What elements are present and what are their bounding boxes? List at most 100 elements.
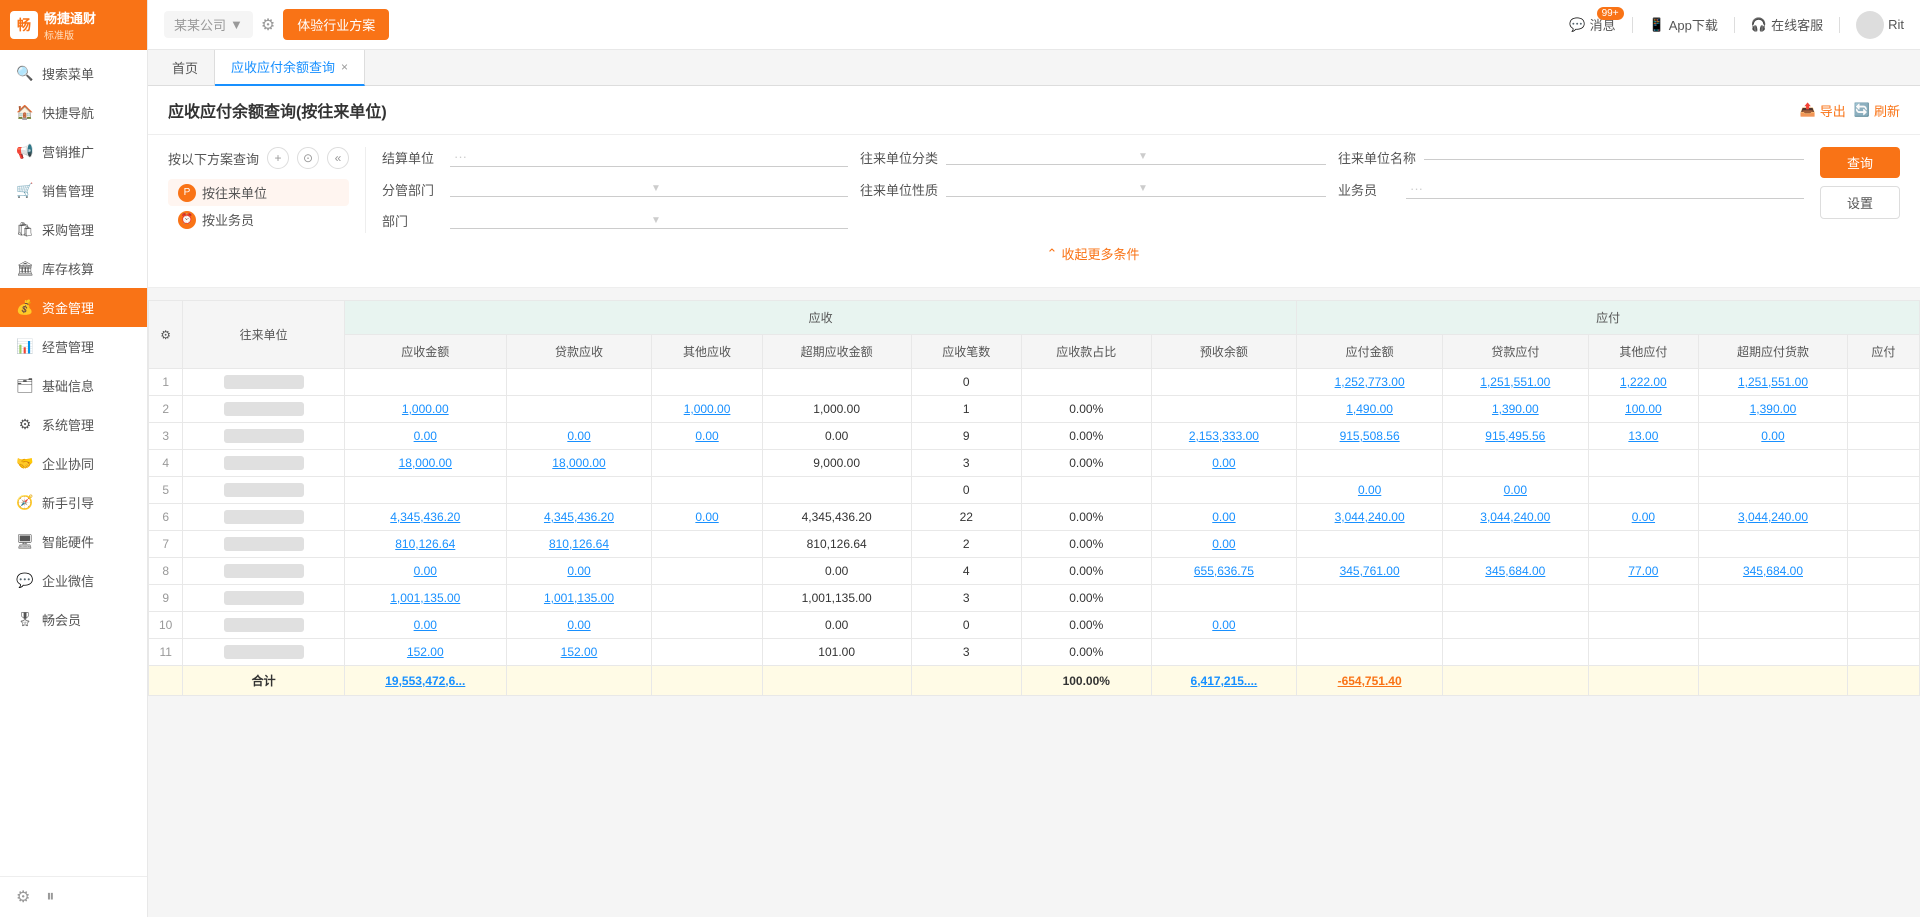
tab-query[interactable]: 应收应付余额查询× (215, 50, 365, 86)
cell[interactable]: 810,126.64 (506, 531, 652, 558)
tab-home[interactable]: 首页 (156, 50, 215, 86)
sidebar-item-wechat[interactable]: 💬企业微信 (0, 561, 147, 600)
export-btn[interactable]: 📤 导出 (1800, 101, 1846, 120)
vendor-nature-input-wrap[interactable]: ▼ (946, 181, 1326, 197)
department-input-wrap[interactable]: ▼ (450, 213, 848, 229)
topbar-company[interactable]: 某某公司 ▼ (164, 11, 253, 38)
cell[interactable]: 915,495.56 (1442, 423, 1588, 450)
cell[interactable]: 0.00 (506, 423, 652, 450)
cell[interactable]: 152.00 (506, 639, 652, 666)
refresh-btn[interactable]: 🔄 刷新 (1854, 101, 1900, 120)
cell[interactable]: 1,000.00 (344, 396, 506, 423)
cell[interactable]: 0.00 (652, 504, 762, 531)
cell[interactable]: 345,684.00 (1699, 558, 1848, 585)
cell[interactable]: 0.00 (1699, 423, 1848, 450)
cell[interactable]: 0.00 (1297, 477, 1443, 504)
sidebar-item-member[interactable]: 🎖畅会员 (0, 600, 147, 639)
cell[interactable]: 77.00 (1588, 558, 1698, 585)
scheme-item-by_staff[interactable]: ⏰按业务员 (168, 206, 349, 233)
cell[interactable]: 1,390.00 (1442, 396, 1588, 423)
cell[interactable]: 1,252,773.00 (1297, 369, 1443, 396)
collapse-btn[interactable]: ⌃ 收起更多条件 (1039, 240, 1148, 267)
cell[interactable]: 13.00 (1588, 423, 1698, 450)
cell[interactable]: 0.00 (1151, 450, 1297, 477)
cell[interactable]: 4,345,436.20 (506, 504, 652, 531)
sidebar-settings-icon[interactable]: ⚙ (16, 887, 30, 907)
cell[interactable]: 0.00 (652, 423, 762, 450)
cell[interactable]: 3,044,240.00 (1699, 504, 1848, 531)
cell[interactable]: 1,490.00 (1297, 396, 1443, 423)
footer-rec-advance[interactable]: 6,417,215.... (1151, 666, 1297, 696)
trial-btn[interactable]: 体验行业方案 (283, 9, 389, 40)
cell[interactable]: 0.00 (1151, 504, 1297, 531)
scheme-item-by_vendor[interactable]: P按往来单位 (168, 179, 349, 206)
sidebar-item-collab[interactable]: 🤝企业协同 (0, 444, 147, 483)
sidebar-item-quick[interactable]: 🏠快捷导航 (0, 93, 147, 132)
cell[interactable]: 1,251,551.00 (1699, 369, 1848, 396)
vendor-category-input-wrap[interactable]: ▼ (946, 149, 1326, 165)
cell[interactable]: 1,390.00 (1699, 396, 1848, 423)
cell[interactable]: 0.00 (1151, 531, 1297, 558)
topbar-settings-icon[interactable]: ⚙ (261, 15, 275, 35)
salesperson-input-wrap[interactable]: ··· (1406, 179, 1804, 199)
online-service-btn[interactable]: 🎧 在线客服 (1751, 15, 1823, 34)
sidebar-collapse-icon[interactable]: ⏸ (46, 888, 54, 906)
app-download-btn[interactable]: 📱 App下载 (1649, 15, 1718, 34)
sidebar-item-guide[interactable]: 🧭新手引导 (0, 483, 147, 522)
sidebar-item-hardware[interactable]: 🖥智能硬件 (0, 522, 147, 561)
cell[interactable]: 0.00 (1442, 477, 1588, 504)
cell[interactable]: 4,345,436.20 (344, 504, 506, 531)
cell[interactable]: 0.00 (506, 558, 652, 585)
vendor-name-input-wrap[interactable] (1424, 155, 1804, 160)
footer-pay-overdue (1699, 666, 1848, 696)
cell[interactable]: 0.00 (344, 612, 506, 639)
sidebar-item-finance[interactable]: 💰资金管理 (0, 288, 147, 327)
sidebar-item-marketing[interactable]: 📢营销推广 (0, 132, 147, 171)
dept-input-wrap[interactable]: ▼ (450, 181, 848, 197)
sidebar-item-sales[interactable]: 🛒销售管理 (0, 171, 147, 210)
sidebar-item-inventory[interactable]: 🏛库存核算 (0, 249, 147, 288)
query-btn[interactable]: 查询 (1820, 147, 1900, 178)
settlement-input-wrap[interactable]: ··· (450, 147, 848, 167)
sidebar-item-search[interactable]: 🔍搜索菜单 (0, 54, 147, 93)
cell[interactable]: 0.00 (1588, 504, 1698, 531)
cell[interactable]: 1,001,135.00 (344, 585, 506, 612)
cell[interactable]: 0.00 (344, 423, 506, 450)
cell[interactable]: 655,636.75 (1151, 558, 1297, 585)
cell[interactable]: 3,044,240.00 (1297, 504, 1443, 531)
cell[interactable]: 0.00 (344, 558, 506, 585)
tab-close-icon[interactable]: × (341, 60, 348, 74)
messages-btn[interactable]: 💬 消息 99+ (1569, 15, 1615, 34)
sidebar-item-operation[interactable]: 📊经营管理 (0, 327, 147, 366)
cell[interactable]: 0.00 (1151, 612, 1297, 639)
cell: 2 (911, 531, 1021, 558)
user-avatar-btn[interactable]: Rit (1856, 11, 1904, 39)
cell[interactable]: 100.00 (1588, 396, 1698, 423)
cell[interactable]: 18,000.00 (344, 450, 506, 477)
col-settings[interactable]: ⚙ (149, 301, 183, 369)
cell[interactable]: 0.00 (506, 612, 652, 639)
footer-pay-amount[interactable]: -654,751.40 (1297, 666, 1443, 696)
edit-scheme-btn[interactable]: ⊙ (297, 147, 319, 169)
purchase-icon: 🛍 (16, 221, 34, 238)
cell[interactable]: 1,222.00 (1588, 369, 1698, 396)
cell[interactable]: 152.00 (344, 639, 506, 666)
sidebar-item-basic[interactable]: 🗂基础信息 (0, 366, 147, 405)
cell: 1 (911, 396, 1021, 423)
cell[interactable]: 345,684.00 (1442, 558, 1588, 585)
collapse-scheme-btn[interactable]: « (327, 147, 349, 169)
settings-btn[interactable]: 设置 (1820, 186, 1900, 219)
cell[interactable]: 2,153,333.00 (1151, 423, 1297, 450)
footer-rec-amount[interactable]: 19,553,472,6... (344, 666, 506, 696)
add-scheme-btn[interactable]: + (267, 147, 289, 169)
cell[interactable]: 915,508.56 (1297, 423, 1443, 450)
sidebar-item-purchase[interactable]: 🛍采购管理 (0, 210, 147, 249)
cell[interactable]: 1,000.00 (652, 396, 762, 423)
sidebar-item-system[interactable]: ⚙系统管理 (0, 405, 147, 444)
cell[interactable]: 1,001,135.00 (506, 585, 652, 612)
cell[interactable]: 18,000.00 (506, 450, 652, 477)
cell[interactable]: 1,251,551.00 (1442, 369, 1588, 396)
cell[interactable]: 810,126.64 (344, 531, 506, 558)
cell[interactable]: 3,044,240.00 (1442, 504, 1588, 531)
cell[interactable]: 345,761.00 (1297, 558, 1443, 585)
